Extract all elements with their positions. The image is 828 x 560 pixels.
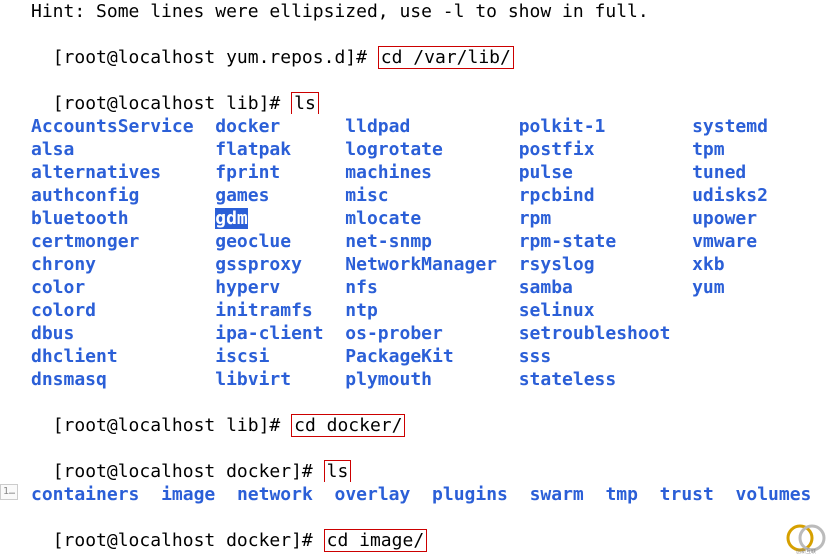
dir-colord[interactable]: colord bbox=[31, 300, 215, 321]
dir-docker[interactable]: docker bbox=[215, 116, 345, 137]
dir-volumes[interactable]: volumes bbox=[736, 484, 812, 505]
cmd-ls-docker: ls bbox=[324, 460, 352, 482]
cmd-cd-varlib: cd /var/lib/ bbox=[378, 46, 514, 69]
dir-games[interactable]: games bbox=[215, 185, 345, 206]
dir-systemd[interactable]: systemd bbox=[692, 116, 800, 137]
dir-libvirt[interactable]: libvirt bbox=[215, 369, 345, 390]
dir-pulse[interactable]: pulse bbox=[519, 162, 692, 183]
dir-nfs[interactable]: nfs bbox=[345, 277, 518, 298]
dir-stateless[interactable]: stateless bbox=[519, 369, 692, 390]
dir-NetworkManager[interactable]: NetworkManager bbox=[345, 254, 518, 275]
dir-initramfs[interactable]: initramfs bbox=[215, 300, 345, 321]
prompt-line: [root@localhost docker]# cd image/ bbox=[31, 506, 828, 552]
dir-sss[interactable]: sss bbox=[519, 346, 692, 367]
dir-AccountsService[interactable]: AccountsService bbox=[31, 116, 215, 137]
dir-image[interactable]: image bbox=[161, 484, 215, 505]
dir-ipa-client[interactable]: ipa-client bbox=[215, 323, 345, 344]
dir-machines[interactable]: machines bbox=[345, 162, 518, 183]
prompt-line: [root@localhost docker]# ls bbox=[31, 437, 828, 483]
dir-overlay[interactable]: overlay bbox=[334, 484, 410, 505]
dir-trust[interactable]: trust bbox=[660, 484, 714, 505]
dir-yum[interactable]: yum bbox=[692, 277, 800, 298]
cmd-ls-varlib: ls bbox=[291, 92, 319, 114]
dir-bluetooth[interactable]: bluetooth bbox=[31, 208, 215, 229]
dir-containers[interactable]: containers bbox=[31, 484, 139, 505]
line-number-badge: 1… bbox=[0, 484, 18, 500]
prompt: [root@localhost docker]# bbox=[53, 461, 324, 482]
dir-geoclue[interactable]: geoclue bbox=[215, 231, 345, 252]
dir-iscsi[interactable]: iscsi bbox=[215, 346, 345, 367]
dir-rsyslog[interactable]: rsyslog bbox=[519, 254, 692, 275]
prompt: [root@localhost docker]# bbox=[53, 530, 324, 551]
dir-net-snmp[interactable]: net-snmp bbox=[345, 231, 518, 252]
dir-upower[interactable]: upower bbox=[692, 208, 800, 229]
dir-lldpad[interactable]: lldpad bbox=[345, 116, 518, 137]
dir-authconfig[interactable]: authconfig bbox=[31, 185, 215, 206]
prompt: [root@localhost lib]# bbox=[53, 93, 291, 114]
dir-color[interactable]: color bbox=[31, 277, 215, 298]
dir-plymouth[interactable]: plymouth bbox=[345, 369, 518, 390]
dir-dnsmasq[interactable]: dnsmasq bbox=[31, 369, 215, 390]
dir-network[interactable]: network bbox=[237, 484, 313, 505]
dir-udisks2[interactable]: udisks2 bbox=[692, 185, 800, 206]
dir-tmp[interactable]: tmp bbox=[605, 484, 638, 505]
dir-chrony[interactable]: chrony bbox=[31, 254, 215, 275]
dir-os-prober[interactable]: os-prober bbox=[345, 323, 518, 344]
dir-ntp[interactable]: ntp bbox=[345, 300, 518, 321]
dir-tpm[interactable]: tpm bbox=[692, 139, 800, 160]
dir-setroubleshoot[interactable]: setroubleshoot bbox=[519, 323, 692, 344]
dir-logrotate[interactable]: logrotate bbox=[345, 139, 518, 160]
svg-text:创新互联: 创新互联 bbox=[796, 548, 816, 554]
dir-fprint[interactable]: fprint bbox=[215, 162, 345, 183]
dir-alternatives[interactable]: alternatives bbox=[31, 162, 215, 183]
ls-docker-output: containers image network overlay plugins… bbox=[31, 483, 828, 506]
dir-rpm[interactable]: rpm bbox=[519, 208, 692, 229]
dir-certmonger[interactable]: certmonger bbox=[31, 231, 215, 252]
cmd-cd-image: cd image/ bbox=[324, 529, 428, 552]
dir-hyperv[interactable]: hyperv bbox=[215, 277, 345, 298]
dir-dhclient[interactable]: dhclient bbox=[31, 346, 215, 367]
dir-gssproxy[interactable]: gssproxy bbox=[215, 254, 345, 275]
prompt: [root@localhost yum.repos.d]# bbox=[53, 47, 378, 68]
watermark-logo: 创新互联 bbox=[786, 524, 826, 554]
dir-xkb[interactable]: xkb bbox=[692, 254, 800, 275]
dir-misc[interactable]: misc bbox=[345, 185, 518, 206]
prompt: [root@localhost lib]# bbox=[53, 415, 291, 436]
hint-line: Hint: Some lines were ellipsized, use -l… bbox=[31, 0, 828, 23]
cmd-cd-docker: cd docker/ bbox=[291, 414, 405, 437]
dir-postfix[interactable]: postfix bbox=[519, 139, 692, 160]
prompt-line: [root@localhost yum.repos.d]# cd /var/li… bbox=[31, 23, 828, 69]
dir-rpm-state[interactable]: rpm-state bbox=[519, 231, 692, 252]
prompt-line: [root@localhost lib]# ls bbox=[31, 69, 828, 115]
dir-polkit-1[interactable]: polkit-1 bbox=[519, 116, 692, 137]
dir-dbus[interactable]: dbus bbox=[31, 323, 215, 344]
dir-alsa[interactable]: alsa bbox=[31, 139, 215, 160]
dir-plugins[interactable]: plugins bbox=[432, 484, 508, 505]
dir-tuned[interactable]: tuned bbox=[692, 162, 800, 183]
dir-gdm[interactable]: gdm bbox=[215, 208, 248, 229]
dir-flatpak[interactable]: flatpak bbox=[215, 139, 345, 160]
dir-swarm[interactable]: swarm bbox=[530, 484, 584, 505]
dir-rpcbind[interactable]: rpcbind bbox=[519, 185, 692, 206]
dir-selinux[interactable]: selinux bbox=[519, 300, 692, 321]
prompt-line: [root@localhost lib]# cd docker/ bbox=[31, 391, 828, 437]
dir-PackageKit[interactable]: PackageKit bbox=[345, 346, 518, 367]
dir-mlocate[interactable]: mlocate bbox=[345, 208, 518, 229]
dir-vmware[interactable]: vmware bbox=[692, 231, 800, 252]
ls-varlib-output: AccountsService alsa alternatives authco… bbox=[31, 115, 828, 391]
dir-samba[interactable]: samba bbox=[519, 277, 692, 298]
prompt-line: [root@localhost image]# ls bbox=[31, 552, 828, 560]
